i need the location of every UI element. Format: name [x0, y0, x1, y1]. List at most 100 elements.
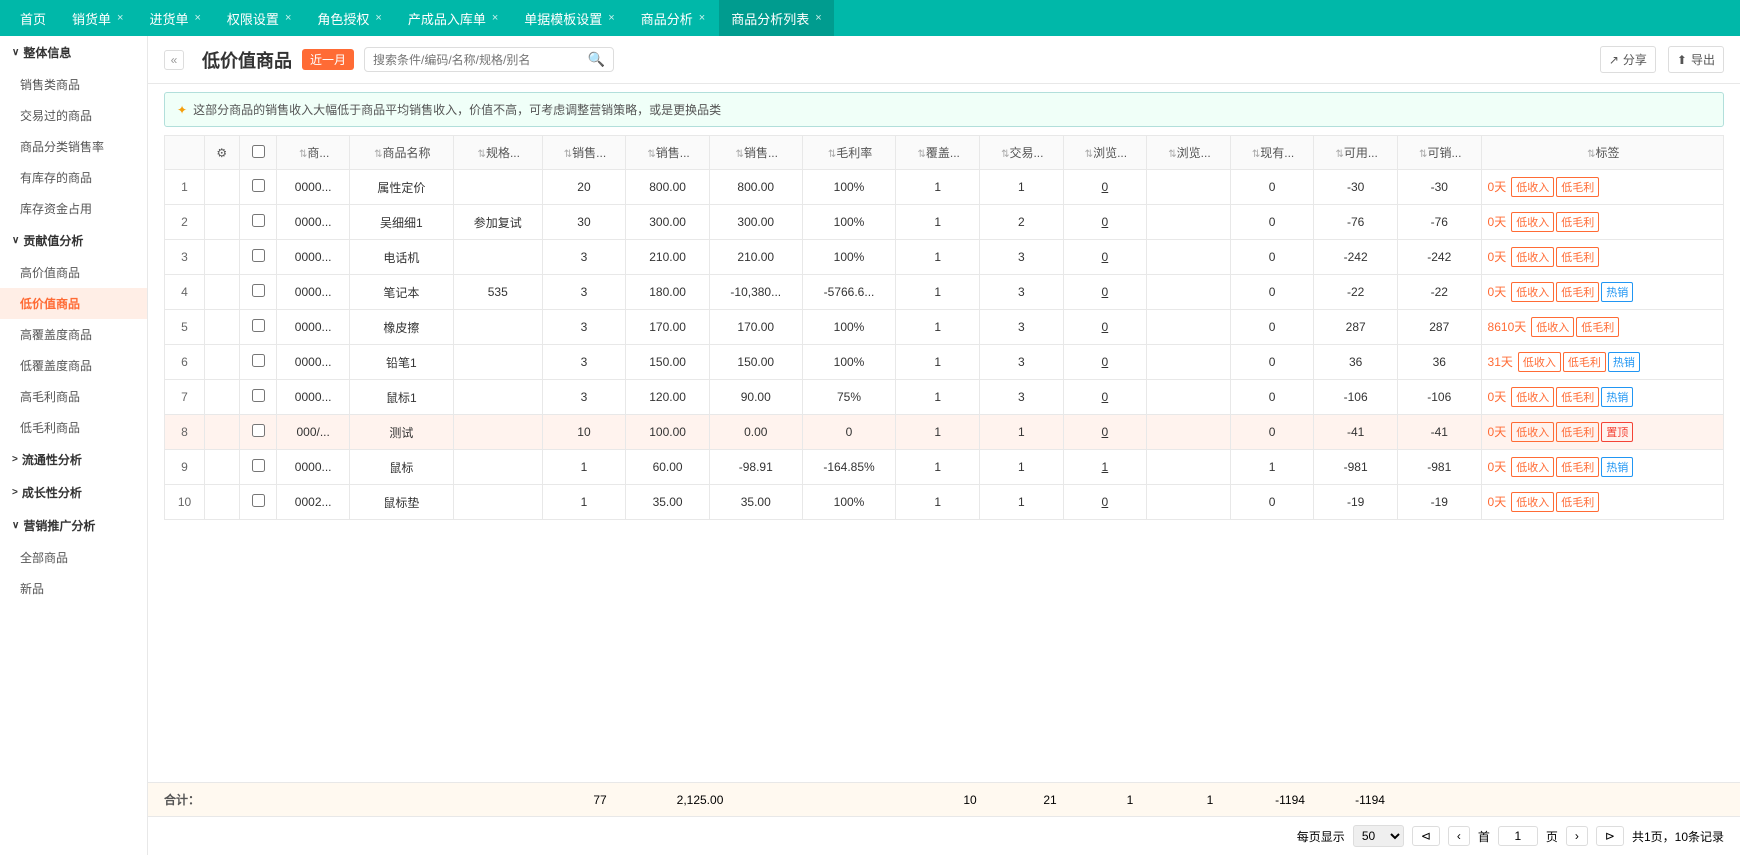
search-input[interactable]	[373, 53, 582, 67]
settings-icon[interactable]: ⚙	[216, 146, 227, 160]
row-browse1[interactable]: 0	[1063, 275, 1147, 310]
first-page-button[interactable]: ⊲	[1412, 826, 1440, 846]
sidebar-item-有库存的商品[interactable]: 有库存的商品	[0, 162, 147, 193]
row-checkbox[interactable]	[252, 214, 265, 227]
row-browse2	[1147, 240, 1231, 275]
row-browse1[interactable]: 1	[1063, 450, 1147, 485]
sidebar-group-流通性分析[interactable]: >流通性分析	[0, 443, 147, 476]
sidebar-item-高价值商品[interactable]: 高价值商品	[0, 257, 147, 288]
browse1-link[interactable]: 0	[1102, 250, 1109, 264]
sidebar-group-营销推广分析[interactable]: ∨营销推广分析	[0, 509, 147, 542]
nav-item-权限设置[interactable]: 权限设置×	[215, 0, 303, 36]
row-checkbox-cell[interactable]	[239, 450, 277, 485]
row-browse1[interactable]: 0	[1063, 310, 1147, 345]
row-checkbox-cell[interactable]	[239, 205, 277, 240]
sidebar-item-库存资金占用[interactable]: 库存资金占用	[0, 193, 147, 224]
col-name: ⇅商品名称	[349, 136, 453, 170]
sidebar-item-交易过的商品[interactable]: 交易过的商品	[0, 100, 147, 131]
sidebar-item-全部商品[interactable]: 全部商品	[0, 542, 147, 573]
nav-close-icon[interactable]: ×	[608, 12, 614, 24]
browse1-link[interactable]: 0	[1102, 180, 1109, 194]
per-page-select[interactable]: 50 100	[1353, 825, 1404, 847]
sidebar-item-高毛利商品[interactable]: 高毛利商品	[0, 381, 147, 412]
next-page-button[interactable]: ›	[1566, 826, 1588, 846]
prev-page-button[interactable]: ‹	[1448, 826, 1470, 846]
last-page-button[interactable]: ⊳	[1596, 826, 1624, 846]
row-browse1[interactable]: 0	[1063, 380, 1147, 415]
browse1-link[interactable]: 0	[1102, 355, 1109, 369]
col-settings[interactable]: ⚙	[205, 136, 240, 170]
nav-close-icon[interactable]: ×	[699, 12, 705, 24]
nav-item-单据模板设置[interactable]: 单据模板设置×	[512, 0, 626, 36]
row-browse1[interactable]: 0	[1063, 240, 1147, 275]
nav-item-商品分析列表[interactable]: 商品分析列表×	[719, 0, 833, 36]
search-icon[interactable]: 🔍	[588, 51, 605, 68]
tag-低毛利: 低毛利	[1556, 282, 1599, 302]
time-badge[interactable]: 近一月	[302, 49, 354, 70]
nav-close-icon[interactable]: ×	[117, 12, 123, 24]
export-button[interactable]: ⬆ 导出	[1668, 46, 1724, 73]
row-checkbox-cell[interactable]	[239, 275, 277, 310]
sidebar-item-低价值商品[interactable]: 低价值商品	[0, 288, 147, 319]
row-checkbox[interactable]	[252, 459, 265, 472]
table-row: 100002...鼠标垫135.0035.00100%1100-19-190天低…	[165, 485, 1724, 520]
row-checkbox[interactable]	[252, 249, 265, 262]
row-checkbox-cell[interactable]	[239, 485, 277, 520]
nav-item-角色授权[interactable]: 角色授权×	[305, 0, 393, 36]
sidebar-group-贡献值分析[interactable]: ∨贡献值分析	[0, 224, 147, 257]
row-checkbox[interactable]	[252, 494, 265, 507]
sidebar-group-整体信息[interactable]: ∨整体信息	[0, 36, 147, 69]
row-available: -76	[1314, 205, 1398, 240]
row-checkbox[interactable]	[252, 354, 265, 367]
browse1-link[interactable]: 0	[1102, 320, 1109, 334]
nav-item-销货单[interactable]: 销货单×	[60, 0, 135, 36]
browse1-link[interactable]: 0	[1102, 425, 1109, 439]
row-checkbox[interactable]	[252, 424, 265, 437]
nav-item-产成品入库单[interactable]: 产成品入库单×	[396, 0, 510, 36]
collapse-button[interactable]: «	[164, 50, 184, 70]
sidebar-item-低毛利商品[interactable]: 低毛利商品	[0, 412, 147, 443]
nav-close-icon[interactable]: ×	[815, 12, 821, 24]
col-checkbox[interactable]	[239, 136, 277, 170]
share-button[interactable]: ↗ 分享	[1600, 46, 1656, 73]
sidebar-item-商品分类销售率[interactable]: 商品分类销售率	[0, 131, 147, 162]
sidebar-item-新品[interactable]: 新品	[0, 573, 147, 604]
row-checkbox-cell[interactable]	[239, 380, 277, 415]
nav-item-商品分析[interactable]: 商品分析×	[629, 0, 717, 36]
select-all-checkbox[interactable]	[252, 145, 265, 158]
nav-close-icon[interactable]: ×	[375, 12, 381, 24]
row-browse1[interactable]: 0	[1063, 205, 1147, 240]
row-checkbox-cell[interactable]	[239, 310, 277, 345]
row-checkbox[interactable]	[252, 284, 265, 297]
row-current: 0	[1230, 170, 1314, 205]
browse1-link[interactable]: 1	[1102, 460, 1109, 474]
row-browse1[interactable]: 0	[1063, 170, 1147, 205]
row-coverage: 1	[896, 415, 980, 450]
row-checkbox-cell[interactable]	[239, 170, 277, 205]
row-checkbox-cell[interactable]	[239, 415, 277, 450]
row-code: 0000...	[277, 205, 349, 240]
row-checkbox-cell[interactable]	[239, 240, 277, 275]
nav-item-首页[interactable]: 首页	[8, 0, 58, 36]
row-browse1[interactable]: 0	[1063, 415, 1147, 450]
row-checkbox[interactable]	[252, 389, 265, 402]
browse1-link[interactable]: 0	[1102, 215, 1109, 229]
sidebar-item-销售类商品[interactable]: 销售类商品	[0, 69, 147, 100]
sidebar-item-低覆盖度商品[interactable]: 低覆盖度商品	[0, 350, 147, 381]
row-browse1[interactable]: 0	[1063, 345, 1147, 380]
row-checkbox[interactable]	[252, 179, 265, 192]
sidebar-group-成长性分析[interactable]: >成长性分析	[0, 476, 147, 509]
row-checkbox-cell[interactable]	[239, 345, 277, 380]
nav-close-icon[interactable]: ×	[194, 12, 200, 24]
row-checkbox[interactable]	[252, 319, 265, 332]
row-browse1[interactable]: 0	[1063, 485, 1147, 520]
page-input[interactable]	[1498, 826, 1538, 846]
nav-close-icon[interactable]: ×	[492, 12, 498, 24]
sidebar-item-高覆盖度商品[interactable]: 高覆盖度商品	[0, 319, 147, 350]
nav-item-进货单[interactable]: 进货单×	[137, 0, 212, 36]
per-page-label: 每页显示	[1297, 828, 1345, 845]
browse1-link[interactable]: 0	[1102, 495, 1109, 509]
nav-close-icon[interactable]: ×	[285, 12, 291, 24]
browse1-link[interactable]: 0	[1102, 390, 1109, 404]
browse1-link[interactable]: 0	[1102, 285, 1109, 299]
